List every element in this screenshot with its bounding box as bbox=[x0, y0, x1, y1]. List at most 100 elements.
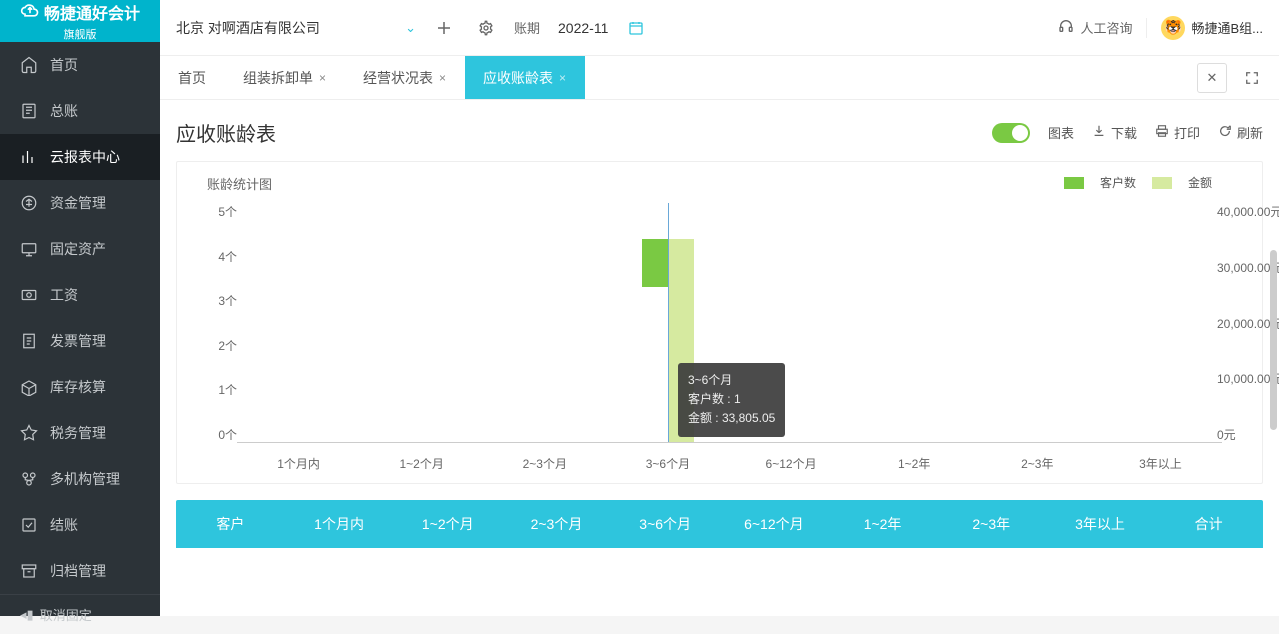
table-header-cell: 2~3个月 bbox=[502, 514, 611, 534]
legend-swatch-amount bbox=[1152, 177, 1172, 189]
nav-item-label: 资金管理 bbox=[50, 193, 106, 213]
chart-plot: 5个4个3个2个1个0个 40,000.00元30,000.00元20,000.… bbox=[237, 203, 1222, 473]
nav-item-assets[interactable]: 固定资产 bbox=[0, 226, 160, 272]
support-link[interactable]: 人工咨询 bbox=[1058, 18, 1132, 37]
close-all-tabs-button[interactable]: ✕ bbox=[1197, 63, 1227, 93]
legend-label-customers: 客户数 bbox=[1100, 174, 1136, 191]
table-header: 客户1个月内1~2个月2~3个月3~6个月6~12个月1~2年2~3年3年以上合… bbox=[176, 500, 1263, 548]
nav-item-funds[interactable]: 资金管理 bbox=[0, 180, 160, 226]
table-header-cell: 合计 bbox=[1154, 514, 1263, 534]
topbar: 北京 对啊酒店有限公司 ⌄ 账期 2022-11 人工咨询 bbox=[160, 0, 1279, 56]
reports-icon bbox=[20, 148, 38, 166]
company-selector[interactable]: 北京 对啊酒店有限公司 ⌄ bbox=[176, 18, 416, 38]
bar-customers bbox=[642, 239, 668, 287]
nav-item-label: 多机构管理 bbox=[50, 469, 120, 489]
x-tick: 3年以上 bbox=[1099, 447, 1222, 473]
plot-area: 3~6个月客户数 : 1金额 : 33,805.05 bbox=[237, 203, 1222, 443]
close-icon[interactable]: × bbox=[439, 71, 446, 85]
y-axis-left: 5个4个3个2个1个0个 bbox=[177, 203, 237, 443]
nav-item-label: 固定资产 bbox=[50, 239, 106, 259]
period-value[interactable]: 2022-11 bbox=[558, 20, 608, 36]
assets-icon bbox=[20, 240, 38, 258]
brand-logo: 畅捷通好会计 旗舰版 bbox=[0, 0, 160, 42]
sidebar: 畅捷通好会计 旗舰版 首页总账云报表中心资金管理固定资产工资发票管理库存核算税务… bbox=[0, 0, 160, 616]
table-header-cell: 3~6个月 bbox=[611, 514, 720, 534]
invoice-icon bbox=[20, 332, 38, 350]
avatar: 🐯 bbox=[1161, 16, 1185, 40]
fullscreen-button[interactable] bbox=[1237, 63, 1267, 93]
archive-icon bbox=[20, 562, 38, 580]
close-icon[interactable]: × bbox=[319, 71, 326, 85]
cloud-icon bbox=[20, 2, 40, 23]
user-menu[interactable]: 🐯 畅捷通B组... bbox=[1161, 16, 1263, 40]
table-header-cell: 1~2个月 bbox=[393, 514, 502, 534]
nav-item-archive[interactable]: 归档管理 bbox=[0, 548, 160, 594]
nav-item-close-acc[interactable]: 结账 bbox=[0, 502, 160, 548]
calendar-icon[interactable] bbox=[622, 14, 650, 42]
download-button[interactable]: 下载 bbox=[1092, 123, 1137, 142]
tab-label: 经营状况表 bbox=[363, 68, 433, 88]
nav-item-label: 云报表中心 bbox=[50, 147, 120, 167]
nav-item-invoice[interactable]: 发票管理 bbox=[0, 318, 160, 364]
nav-item-tax[interactable]: 税务管理 bbox=[0, 410, 160, 456]
nav-item-label: 总账 bbox=[50, 101, 78, 121]
tabs: 首页 组装拆卸单 × 经营状况表 × 应收账龄表 × ✕ bbox=[160, 56, 1279, 100]
chart-legend: 客户数 金额 bbox=[1064, 174, 1212, 191]
x-tick: 6~12个月 bbox=[730, 447, 853, 473]
collapse-icon: ◂▮ bbox=[20, 607, 34, 623]
username: 畅捷通B组... bbox=[1191, 18, 1263, 37]
headset-icon bbox=[1058, 18, 1074, 37]
tab-0[interactable]: 首页 bbox=[160, 56, 225, 99]
legend-label-amount: 金额 bbox=[1188, 174, 1212, 191]
nav-item-salary[interactable]: 工资 bbox=[0, 272, 160, 318]
nav-item-label: 首页 bbox=[50, 55, 78, 75]
home-icon bbox=[20, 56, 38, 74]
brand-edition: 旗舰版 bbox=[64, 26, 97, 42]
refresh-button[interactable]: 刷新 bbox=[1218, 123, 1263, 142]
table-header-cell: 3年以上 bbox=[1046, 514, 1155, 534]
nav-item-label: 库存核算 bbox=[50, 377, 106, 397]
close-acc-icon bbox=[20, 516, 38, 534]
nav-item-inventory[interactable]: 库存核算 bbox=[0, 364, 160, 410]
table-header-cell: 6~12个月 bbox=[720, 514, 829, 534]
x-tick: 1个月内 bbox=[237, 447, 360, 473]
table-header-cell: 1~2年 bbox=[828, 514, 937, 534]
chart-tooltip: 3~6个月客户数 : 1金额 : 33,805.05 bbox=[678, 363, 785, 437]
brand-name: 畅捷通好会计 bbox=[44, 0, 140, 24]
tax-icon bbox=[20, 424, 38, 442]
nav-item-reports[interactable]: 云报表中心 bbox=[0, 134, 160, 180]
nav-item-label: 税务管理 bbox=[50, 423, 106, 443]
nav-item-ledger[interactable]: 总账 bbox=[0, 88, 160, 134]
nav-item-label: 工资 bbox=[50, 285, 78, 305]
tab-3[interactable]: 应收账龄表 × bbox=[465, 56, 585, 99]
close-icon[interactable]: × bbox=[559, 71, 566, 85]
gear-icon[interactable] bbox=[472, 14, 500, 42]
nav-item-label: 结账 bbox=[50, 515, 78, 535]
inventory-icon bbox=[20, 378, 38, 396]
table-header-cell: 1个月内 bbox=[285, 514, 394, 534]
plus-icon[interactable] bbox=[430, 14, 458, 42]
unpin-button[interactable]: ◂▮ 取消固定 bbox=[0, 594, 160, 634]
salary-icon bbox=[20, 286, 38, 304]
page-title: 应收账龄表 bbox=[176, 118, 276, 147]
x-tick: 2~3个月 bbox=[483, 447, 606, 473]
tab-label: 首页 bbox=[178, 68, 206, 88]
refresh-icon bbox=[1218, 124, 1232, 141]
chart-card: 账龄统计图 客户数 金额 5个4个3个2个1个0个 40,000.00元30,0… bbox=[176, 161, 1263, 484]
tab-2[interactable]: 经营状况表 × bbox=[345, 56, 465, 99]
x-tick: 1~2年 bbox=[853, 447, 976, 473]
print-icon bbox=[1155, 124, 1169, 141]
x-axis: 1个月内1~2个月2~3个月3~6个月6~12个月1~2年2~3年3年以上 bbox=[237, 447, 1222, 473]
chart-toggle[interactable] bbox=[992, 123, 1030, 143]
print-button[interactable]: 打印 bbox=[1155, 123, 1200, 142]
scrollbar-thumb[interactable] bbox=[1270, 250, 1277, 430]
tab-label: 应收账龄表 bbox=[483, 68, 553, 88]
guide-line bbox=[668, 203, 669, 442]
nav-item-label: 归档管理 bbox=[50, 561, 106, 581]
nav-item-org[interactable]: 多机构管理 bbox=[0, 456, 160, 502]
tab-label: 组装拆卸单 bbox=[243, 68, 313, 88]
legend-swatch-customers bbox=[1064, 177, 1084, 189]
nav-item-home[interactable]: 首页 bbox=[0, 42, 160, 88]
tab-1[interactable]: 组装拆卸单 × bbox=[225, 56, 345, 99]
x-tick: 3~6个月 bbox=[606, 447, 729, 473]
